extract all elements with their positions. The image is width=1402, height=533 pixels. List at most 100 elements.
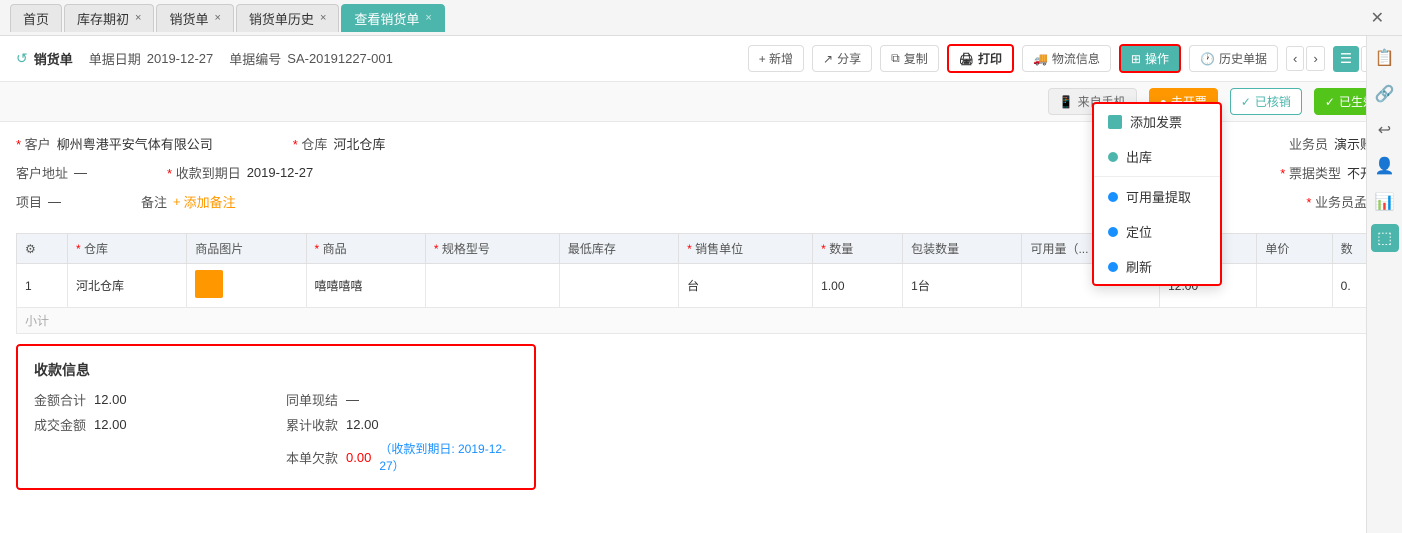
gear-icon: ⚙ xyxy=(25,242,36,256)
th-warehouse: 仓库 xyxy=(67,234,186,264)
customer-value: 柳州粤港平安气体有限公司 xyxy=(57,134,213,153)
add-note-button[interactable]: + 添加备注 xyxy=(173,192,236,211)
row-qty: 1.00 xyxy=(813,264,903,308)
tab-inventory-close[interactable]: × xyxy=(135,12,141,24)
check-icon: ✓ xyxy=(1241,95,1251,109)
note-label: 备注 xyxy=(141,192,167,211)
locate-icon xyxy=(1108,227,1118,237)
owed-label: 本单欠款 xyxy=(286,448,338,467)
deal-amount-field: 成交金额 12.00 xyxy=(34,415,266,434)
tab-bar: 首页 库存期初 × 销货单 × 销货单历史 × 查看销货单 × ✕ xyxy=(0,0,1402,36)
sidebar-return-icon[interactable]: ↩ xyxy=(1371,116,1399,144)
tab-sales-history-label: 销货单历史 xyxy=(249,9,314,28)
global-close-button[interactable]: ✕ xyxy=(1363,8,1392,28)
same-order-field: 同单现结 — xyxy=(286,390,518,409)
subtotal-row: 小计 xyxy=(17,308,1386,334)
accumulated-label: 累计收款 xyxy=(286,415,338,434)
th-min-stock: 最低库存 xyxy=(559,234,678,264)
project-value: — xyxy=(48,194,61,209)
sidebar-clipboard-icon[interactable]: 📋 xyxy=(1371,44,1399,72)
th-unit: 销售单位 xyxy=(679,234,813,264)
th-qty: 数量 xyxy=(813,234,903,264)
same-order-label: 同单现结 xyxy=(286,390,338,409)
row-unit: 台 xyxy=(679,264,813,308)
sidebar-chart-icon[interactable]: 📊 xyxy=(1371,188,1399,216)
dropdown-refresh[interactable]: 刷新 xyxy=(1094,249,1220,284)
sidebar-expand-icon[interactable]: ⬚ xyxy=(1371,224,1399,252)
truck-icon: 🚚 xyxy=(1033,52,1048,66)
list-view-button[interactable]: ☰ xyxy=(1333,46,1359,72)
row-price xyxy=(1257,264,1332,308)
row-warehouse: 河北仓库 xyxy=(67,264,186,308)
warehouse-value: 河北仓库 xyxy=(333,134,385,153)
warehouse-field: 仓库 河北仓库 xyxy=(293,134,386,153)
sidebar-person-icon[interactable]: 👤 xyxy=(1371,152,1399,180)
tab-sales-close[interactable]: × xyxy=(214,12,220,24)
deal-amount-value: 12.00 xyxy=(94,417,127,432)
nav-arrows: ‹ › xyxy=(1286,46,1325,71)
doc-header: ↺ 销货单 单据日期 2019-12-27 单据编号 SA-20191227-0… xyxy=(0,36,1402,82)
row-img xyxy=(187,264,306,308)
copy-button[interactable]: ⧉ 复制 xyxy=(880,45,939,72)
row-product: 嘻嘻嘻嘻 xyxy=(306,264,425,308)
project-field: 项目 — xyxy=(16,192,61,211)
tab-sales[interactable]: 销货单 × xyxy=(156,4,233,32)
address-value: — xyxy=(74,165,87,180)
dropdown-out-stock[interactable]: 出库 xyxy=(1094,139,1220,174)
total-amount-value: 12.00 xyxy=(94,392,127,407)
same-order-value: — xyxy=(346,392,359,407)
dropdown-locate[interactable]: 定位 xyxy=(1094,214,1220,249)
payment-grid: 金额合计 12.00 同单现结 — 成交金额 12.00 累计收款 12.00 … xyxy=(34,390,518,474)
logistics-button[interactable]: 🚚 物流信息 xyxy=(1022,45,1111,72)
prev-button[interactable]: ‹ xyxy=(1286,46,1304,71)
dropdown-menu: 添加发票 出库 可用量提取 定位 刷新 xyxy=(1092,102,1222,286)
payment-due-label: 收款到期日 xyxy=(167,163,241,182)
doc-date-field: 单据日期 2019-12-27 xyxy=(89,49,214,68)
note-field: 备注 + 添加备注 xyxy=(141,192,236,211)
tab-home[interactable]: 首页 xyxy=(10,4,62,32)
dropdown-available-qty[interactable]: 可用量提取 xyxy=(1094,179,1220,214)
checked-button[interactable]: ✓ 已核销 xyxy=(1230,88,1302,115)
tab-sales-history-close[interactable]: × xyxy=(320,12,326,24)
accumulated-field: 累计收款 12.00 xyxy=(286,415,518,434)
print-button[interactable]: 🖨 打印 xyxy=(947,44,1014,73)
tab-inventory[interactable]: 库存期初 × xyxy=(64,4,154,32)
warehouse-label: 仓库 xyxy=(293,134,328,153)
available-qty-icon xyxy=(1108,192,1118,202)
tab-sales-history[interactable]: 销货单历史 × xyxy=(236,4,339,32)
th-product-img: 商品图片 xyxy=(187,234,306,264)
new-button[interactable]: + 新增 xyxy=(748,45,804,72)
owed-value: 0.00 xyxy=(346,450,371,465)
next-button[interactable]: › xyxy=(1306,46,1324,71)
doc-date-label: 单据日期 xyxy=(89,49,141,68)
payment-box: 收款信息 金额合计 12.00 同单现结 — 成交金额 12.00 累计收款 1… xyxy=(16,344,536,490)
accumulated-value: 12.00 xyxy=(346,417,379,432)
copy-icon: ⧉ xyxy=(891,51,900,66)
right-sidebar: 📋 🔗 ↩ 👤 📊 ⬚ xyxy=(1366,36,1402,533)
sidebar-link-icon[interactable]: 🔗 xyxy=(1371,80,1399,108)
doc-icon: ↺ xyxy=(16,50,28,67)
address-field: 客户地址 — xyxy=(16,163,87,182)
row-pkg-qty: 1台 xyxy=(903,264,1022,308)
print-icon: 🖨 xyxy=(959,52,974,66)
payment-due-field: 收款到期日 2019-12-27 xyxy=(167,163,313,182)
operate-button[interactable]: ⊞ 操作 xyxy=(1119,44,1181,73)
payment-due-value: 2019-12-27 xyxy=(247,165,314,180)
share-button[interactable]: ↗ 分享 xyxy=(812,45,872,72)
product-image xyxy=(195,270,223,298)
th-product: 商品 xyxy=(306,234,425,264)
doc-title: 销货单 xyxy=(34,49,73,68)
row-num: 1 xyxy=(17,264,68,308)
out-stock-icon xyxy=(1108,152,1118,162)
doc-actions: + 新增 ↗ 分享 ⧉ 复制 🖨 打印 🚚 物流信息 ⊞ 操作 � xyxy=(748,44,1386,73)
th-gear: ⚙ xyxy=(17,234,68,264)
history-button[interactable]: 🕐 历史单据 xyxy=(1189,45,1278,72)
add-invoice-icon xyxy=(1108,115,1122,129)
tab-view-sales-close[interactable]: × xyxy=(425,12,431,24)
dropdown-add-invoice[interactable]: 添加发票 xyxy=(1094,104,1220,139)
main-content: ↺ 销货单 单据日期 2019-12-27 单据编号 SA-20191227-0… xyxy=(0,36,1402,533)
tab-view-sales[interactable]: 查看销货单 × xyxy=(341,4,444,32)
deal-amount-label: 成交金额 xyxy=(34,415,86,434)
salesperson-label: 业务员孟 xyxy=(1306,192,1367,211)
payment-title: 收款信息 xyxy=(34,360,518,380)
